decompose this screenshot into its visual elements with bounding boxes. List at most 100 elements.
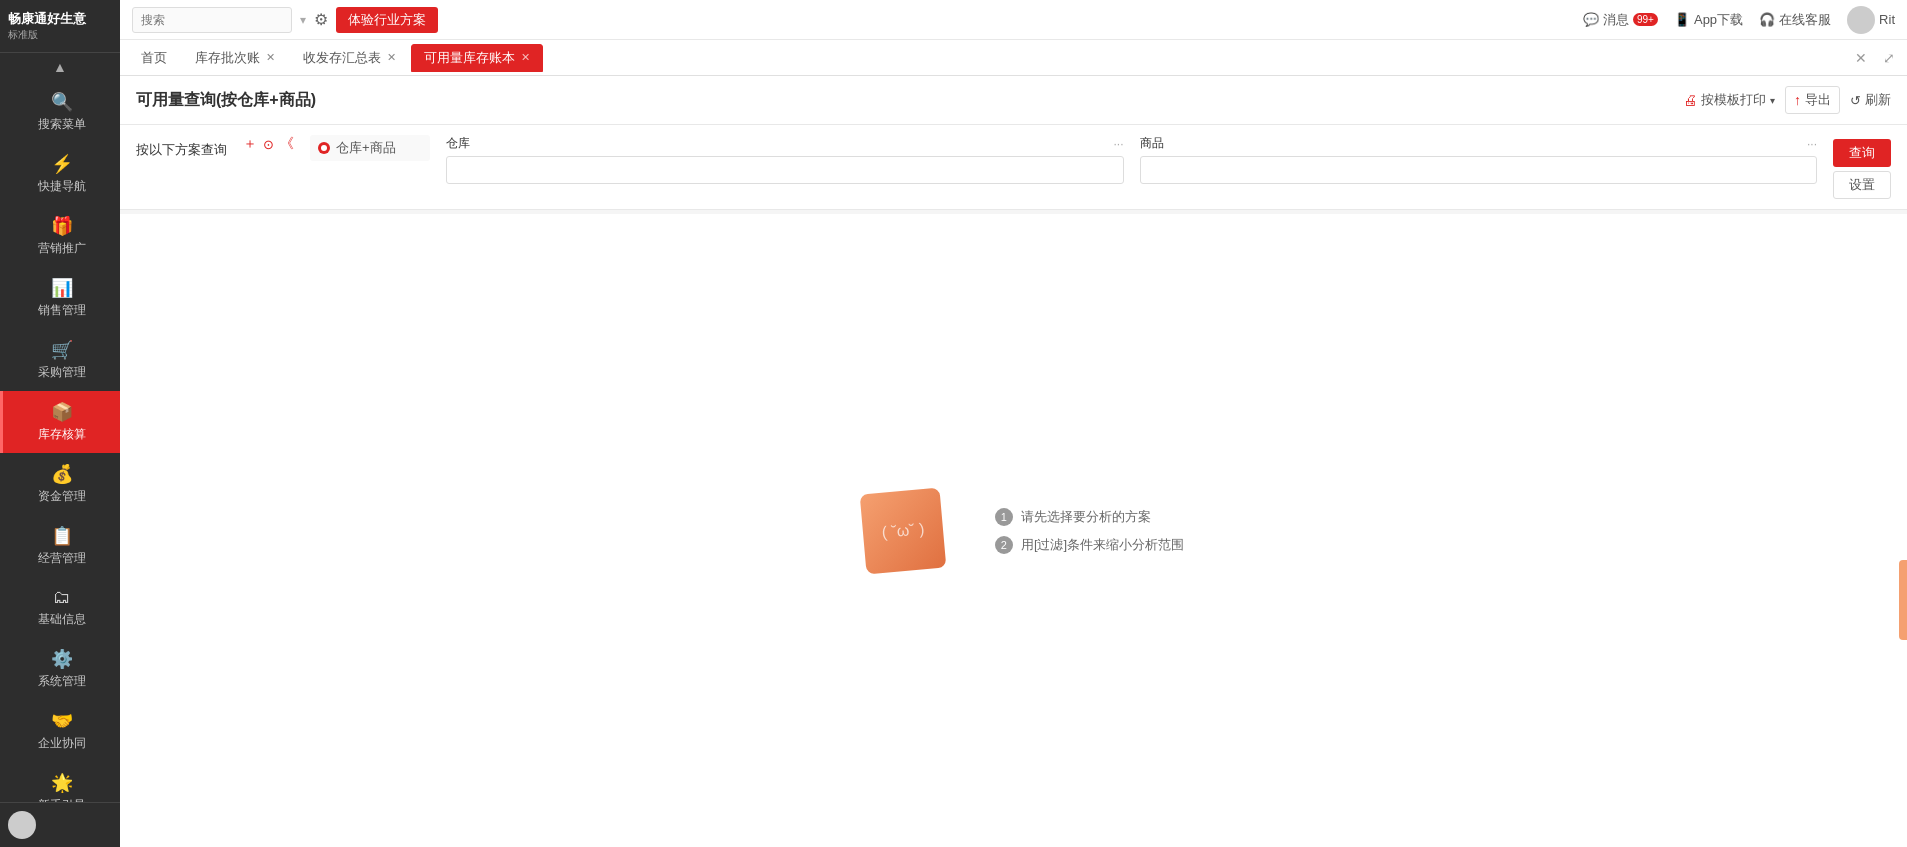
sidebar-label-operations: 经营管理 [38, 550, 86, 567]
sidebar-item-sales[interactable]: 📊 销售管理 [0, 267, 120, 329]
shortcut-icon: ⚡ [51, 153, 73, 175]
main-area: ▾ ⚙ 体验行业方案 💬 消息 99+ 📱 App下载 🎧 在线客服 Rit [120, 0, 1907, 847]
filter-scheme-controls: ＋ ⊙ 《 [243, 135, 294, 153]
industry-btn[interactable]: 体验行业方案 [336, 7, 438, 33]
sidebar-label-sales: 销售管理 [38, 302, 86, 319]
message-label: 消息 [1603, 11, 1629, 29]
sidebar-item-purchase[interactable]: 🛒 采购管理 [0, 329, 120, 391]
hint-num-2: 2 [995, 536, 1013, 554]
online-service-label: 在线客服 [1779, 11, 1831, 29]
filter-area: 按以下方案查询 ＋ ⊙ 《 仓库+商品 仓库 ··· [120, 125, 1907, 210]
warehouse-input[interactable] [446, 156, 1124, 184]
system-icon: ⚙️ [51, 648, 73, 670]
message-icon: 💬 [1583, 12, 1599, 27]
refresh-icon: ↺ [1850, 93, 1861, 108]
topbar: ▾ ⚙ 体验行业方案 💬 消息 99+ 📱 App下载 🎧 在线客服 Rit [120, 0, 1907, 40]
service-icon: 🎧 [1759, 12, 1775, 27]
sidebar-item-finance[interactable]: 💰 资金管理 [0, 453, 120, 515]
tab-available-close[interactable]: ✕ [521, 51, 530, 64]
export-btn[interactable]: ↑ 导出 [1785, 86, 1840, 114]
template-print-btn[interactable]: 🖨 按模板打印 ▾ [1683, 91, 1775, 109]
sidebar-label-purchase: 采购管理 [38, 364, 86, 381]
user-name: Rit [1879, 12, 1895, 27]
add-scheme-icon[interactable]: ＋ [243, 135, 257, 153]
user-info[interactable]: Rit [1847, 6, 1895, 34]
sales-icon: 📊 [51, 277, 73, 299]
query-button[interactable]: 查询 [1833, 139, 1891, 167]
message-btn[interactable]: 💬 消息 99+ [1583, 11, 1658, 29]
filter-actions: 查询 设置 [1833, 135, 1891, 199]
app-download-label: App下载 [1694, 11, 1743, 29]
hint-text-2: 用[过滤]条件来缩小分析范围 [1021, 536, 1184, 554]
window-controls: ✕ ⤢ [1851, 48, 1899, 68]
page-title: 可用量查询(按仓库+商品) [136, 90, 316, 111]
export-label: 导出 [1805, 91, 1831, 109]
app-edition: 标准版 [8, 28, 112, 42]
sidebar-nav: ▲ 🔍 搜索菜单 ⚡ 快捷导航 🎁 营销推广 📊 销售管理 🛒 采购管理 📦 库… [0, 53, 120, 802]
tabbar: 首页 库存批次账 ✕ 收发存汇总表 ✕ 可用量库存账本 ✕ ✕ ⤢ [120, 40, 1907, 76]
sidebar-item-enterprise[interactable]: 🤝 企业协同 [0, 700, 120, 762]
tab-summary[interactable]: 收发存汇总表 ✕ [290, 44, 409, 72]
sidebar-label-marketing: 营销推广 [38, 240, 86, 257]
page-actions: 🖨 按模板打印 ▾ ↑ 导出 ↺ 刷新 [1683, 86, 1891, 114]
app-name: 畅康通好生意 [8, 10, 112, 28]
refresh-btn[interactable]: ↺ 刷新 [1850, 91, 1891, 109]
sidebar-item-inventory[interactable]: 📦 库存核算 [0, 391, 120, 453]
tab-summary-close[interactable]: ✕ [387, 51, 396, 64]
scheme-warehouse-product[interactable]: 仓库+商品 [310, 135, 430, 161]
topbar-right: 💬 消息 99+ 📱 App下载 🎧 在线客服 Rit [1583, 6, 1895, 34]
operations-icon: 📋 [51, 525, 73, 547]
empty-hints: 1 请先选择要分析的方案 2 用[过滤]条件来缩小分析范围 [995, 508, 1184, 554]
warehouse-more-icon[interactable]: ··· [1113, 137, 1123, 151]
sidebar-item-operations[interactable]: 📋 经营管理 [0, 515, 120, 577]
scheme-dot [318, 142, 330, 154]
tab-batch-label: 库存批次账 [195, 49, 260, 67]
sidebar-scroll-up[interactable]: ▲ [0, 53, 120, 81]
empty-box-icon [860, 487, 947, 574]
empty-illustration [843, 471, 963, 591]
scheme-label: 仓库+商品 [336, 139, 396, 157]
warehouse-field: 仓库 ··· [446, 135, 1124, 184]
sidebar-item-shortcut[interactable]: ⚡ 快捷导航 [0, 143, 120, 205]
basic-icon: 🗂 [53, 587, 71, 608]
topbar-search-input[interactable] [132, 7, 292, 33]
sidebar-item-system[interactable]: ⚙️ 系统管理 [0, 638, 120, 700]
tab-home[interactable]: 首页 [128, 44, 180, 72]
page-header: 可用量查询(按仓库+商品) 🖨 按模板打印 ▾ ↑ 导出 ↺ 刷新 [120, 76, 1907, 125]
marketing-icon: 🎁 [51, 215, 73, 237]
settings-scheme-icon[interactable]: ⊙ [263, 137, 274, 152]
export-icon: ↑ [1794, 92, 1801, 108]
newguide-icon: 🌟 [51, 772, 73, 794]
sidebar-user[interactable] [0, 802, 120, 847]
filter-label: 按以下方案查询 [136, 135, 227, 159]
collapse-icon[interactable]: 《 [280, 135, 294, 153]
app-download-btn[interactable]: 📱 App下载 [1674, 11, 1743, 29]
content-area: 可用量查询(按仓库+商品) 🖨 按模板打印 ▾ ↑ 导出 ↺ 刷新 按以下方案 [120, 76, 1907, 847]
tab-available-label: 可用量库存账本 [424, 49, 515, 67]
sidebar-label-shortcut: 快捷导航 [38, 178, 86, 195]
close-window-btn[interactable]: ✕ [1851, 48, 1871, 68]
tab-available[interactable]: 可用量库存账本 ✕ [411, 44, 543, 72]
empty-hint-1: 1 请先选择要分析的方案 [995, 508, 1184, 526]
fullscreen-btn[interactable]: ⤢ [1879, 48, 1899, 68]
empty-hint-2: 2 用[过滤]条件来缩小分析范围 [995, 536, 1184, 554]
product-more-icon[interactable]: ··· [1807, 137, 1817, 151]
enterprise-icon: 🤝 [51, 710, 73, 732]
template-print-label: 按模板打印 [1701, 91, 1766, 109]
print-chevron-icon: ▾ [1770, 95, 1775, 106]
online-service-btn[interactable]: 🎧 在线客服 [1759, 11, 1831, 29]
gear-icon[interactable]: ⚙ [314, 10, 328, 29]
sidebar-item-basic[interactable]: 🗂 基础信息 [0, 577, 120, 638]
refresh-label: 刷新 [1865, 91, 1891, 109]
dropdown-icon[interactable]: ▾ [300, 13, 306, 27]
product-input[interactable] [1140, 156, 1818, 184]
app-icon: 📱 [1674, 12, 1690, 27]
sidebar-item-search[interactable]: 🔍 搜索菜单 [0, 81, 120, 143]
tab-batch[interactable]: 库存批次账 ✕ [182, 44, 288, 72]
sidebar-item-newguide[interactable]: 🌟 新手引导 [0, 762, 120, 802]
right-scrollbar[interactable] [1899, 560, 1907, 640]
settings-button[interactable]: 设置 [1833, 171, 1891, 199]
sidebar-label-system: 系统管理 [38, 673, 86, 690]
sidebar-item-marketing[interactable]: 🎁 营销推广 [0, 205, 120, 267]
tab-batch-close[interactable]: ✕ [266, 51, 275, 64]
